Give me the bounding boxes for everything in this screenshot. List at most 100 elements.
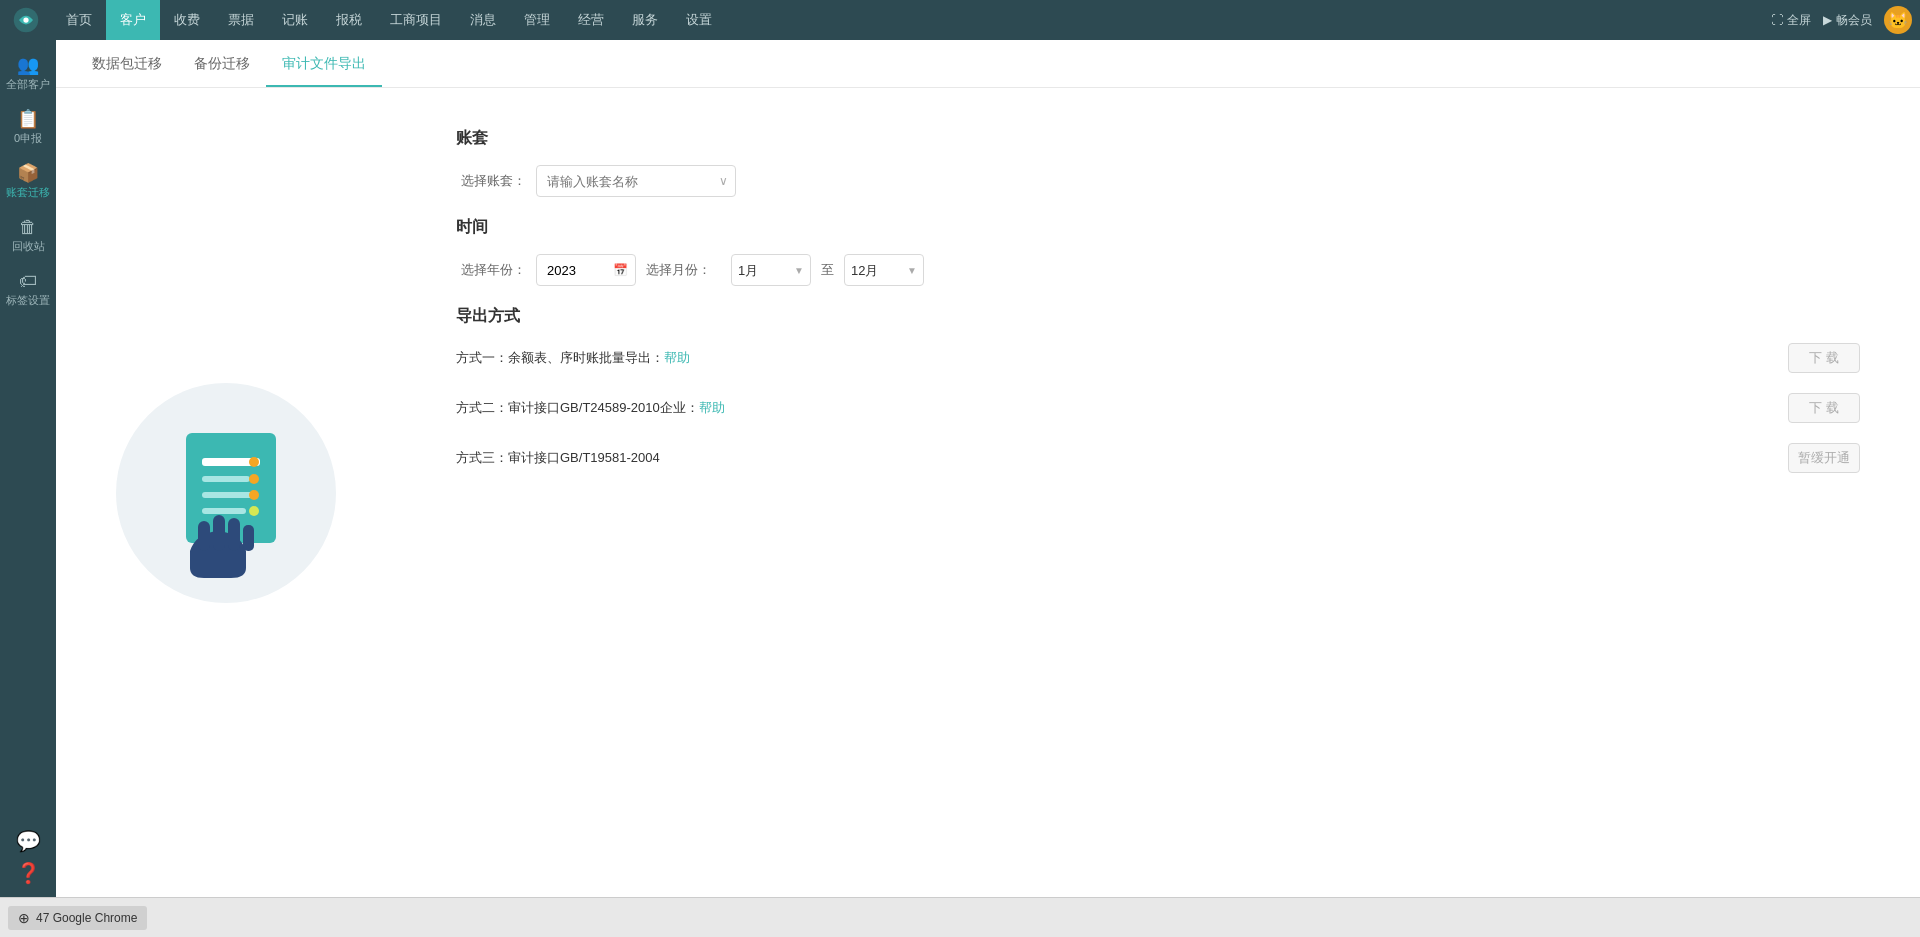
nav-customer[interactable]: 客户 bbox=[106, 0, 160, 40]
end-month-select[interactable]: 1月2月3月4月 5月6月7月8月 9月10月11月12月 bbox=[844, 254, 924, 286]
help-icon[interactable]: ❓ bbox=[16, 861, 41, 885]
main-layout: 👥 全部客户 📋 0申报 📦 账套迁移 🗑 回收站 🏷 标签设置 💬 ❓ 数据包… bbox=[0, 40, 1920, 897]
account-select-wrapper: ∨ bbox=[536, 165, 736, 197]
tab-backup-migration[interactable]: 备份迁移 bbox=[178, 55, 266, 87]
svg-rect-5 bbox=[202, 492, 254, 498]
nav-accounting[interactable]: 记账 bbox=[268, 0, 322, 40]
vip-icon: ▶ bbox=[1823, 13, 1832, 27]
export-method-3-text: 方式三：审计接口GB/T19581-2004 bbox=[456, 449, 1772, 467]
sidebar-item-account-migration[interactable]: 📦 账套迁移 bbox=[2, 156, 54, 208]
account-select-row: 选择账套： ∨ bbox=[456, 165, 1860, 197]
notification-icon[interactable]: 💬 bbox=[16, 829, 41, 853]
fullscreen-label: 全屏 bbox=[1787, 12, 1811, 29]
time-controls: 📅 选择月份： 1月2月3月4月 5月6月7月8月 9月10月11月12月 ▼ … bbox=[536, 254, 924, 286]
year-label: 选择年份： bbox=[456, 261, 526, 279]
sidebar-item-all-customers[interactable]: 👥 全部客户 bbox=[2, 48, 54, 100]
export-method-2: 方式二：审计接口GB/T24589-2010企业：帮助 下 载 bbox=[456, 393, 1860, 423]
vip-button[interactable]: ▶ 畅会员 bbox=[1823, 12, 1872, 29]
top-nav: 首页 客户 收费 票据 记账 报税 工商项目 消息 管理 经营 服务 设置 ⛶ … bbox=[0, 0, 1920, 40]
nav-message[interactable]: 消息 bbox=[456, 0, 510, 40]
nav-business[interactable]: 工商项目 bbox=[376, 0, 456, 40]
svg-rect-4 bbox=[202, 476, 250, 482]
export-method-2-download-button[interactable]: 下 载 bbox=[1788, 393, 1860, 423]
svg-rect-15 bbox=[243, 525, 254, 551]
app-logo bbox=[8, 2, 44, 38]
sidebar-item-zero-declare-label: 0申报 bbox=[14, 131, 42, 146]
sidebar-bottom: 💬 ❓ bbox=[16, 829, 41, 897]
svg-point-8 bbox=[249, 474, 259, 484]
tab-audit-export[interactable]: 审计文件导出 bbox=[266, 55, 382, 87]
taskbar: ⊕ 47 Google Chrome bbox=[0, 897, 1920, 937]
account-select-label: 选择账套： bbox=[456, 172, 526, 190]
nav-items: 首页 客户 收费 票据 记账 报税 工商项目 消息 管理 经营 服务 设置 bbox=[52, 0, 1771, 40]
account-section-title: 账套 bbox=[456, 128, 1860, 149]
sidebar-item-zero-declare[interactable]: 📋 0申报 bbox=[2, 102, 54, 154]
form-section: 账套 选择账套： ∨ 时间 选择年份： 📅 bbox=[396, 88, 1920, 897]
to-label: 至 bbox=[821, 261, 834, 279]
left-sidebar: 👥 全部客户 📋 0申报 📦 账套迁移 🗑 回收站 🏷 标签设置 💬 ❓ bbox=[0, 40, 56, 897]
user-avatar[interactable]: 🐱 bbox=[1884, 6, 1912, 34]
month-label: 选择月份： bbox=[646, 261, 711, 279]
year-input[interactable] bbox=[536, 254, 636, 286]
export-method-1: 方式一：余额表、序时账批量导出：帮助 下 载 bbox=[456, 343, 1860, 373]
year-input-wrap: 📅 bbox=[536, 254, 636, 286]
illustration-section bbox=[56, 88, 396, 897]
nav-service[interactable]: 服务 bbox=[618, 0, 672, 40]
svg-point-1 bbox=[23, 17, 28, 22]
export-method-1-download-button[interactable]: 下 载 bbox=[1788, 343, 1860, 373]
tag-settings-icon: 🏷 bbox=[19, 272, 37, 290]
export-section-title: 导出方式 bbox=[456, 306, 1860, 327]
zero-declare-icon: 📋 bbox=[17, 110, 39, 128]
sidebar-item-recycle[interactable]: 🗑 回收站 bbox=[2, 210, 54, 262]
dropdown-icon: ∨ bbox=[719, 174, 728, 188]
vip-label: 畅会员 bbox=[1836, 12, 1872, 29]
svg-rect-14 bbox=[228, 518, 240, 551]
recycle-icon: 🗑 bbox=[19, 218, 37, 236]
export-method-3: 方式三：审计接口GB/T19581-2004 暂缓开通 bbox=[456, 443, 1860, 473]
svg-rect-6 bbox=[202, 508, 246, 514]
account-migration-icon: 📦 bbox=[17, 164, 39, 182]
export-method-2-help-link[interactable]: 帮助 bbox=[699, 400, 725, 415]
sidebar-item-recycle-label: 回收站 bbox=[12, 239, 45, 254]
chrome-icon: ⊕ bbox=[18, 910, 30, 926]
export-method-3-open-button[interactable]: 暂缓开通 bbox=[1788, 443, 1860, 473]
svg-point-9 bbox=[249, 490, 259, 500]
sidebar-item-account-migration-label: 账套迁移 bbox=[6, 185, 50, 200]
content-area: 数据包迁移 备份迁移 审计文件导出 bbox=[56, 40, 1920, 897]
sidebar-item-tag-settings-label: 标签设置 bbox=[6, 293, 50, 308]
svg-point-7 bbox=[249, 457, 259, 467]
fullscreen-button[interactable]: ⛶ 全屏 bbox=[1771, 12, 1811, 29]
taskbar-chrome-label: 47 Google Chrome bbox=[36, 911, 137, 925]
time-row: 选择年份： 📅 选择月份： 1月2月3月4月 5月6月7月8月 9月10月11月… bbox=[456, 254, 1860, 286]
export-method-2-text: 方式二：审计接口GB/T24589-2010企业：帮助 bbox=[456, 399, 1772, 417]
export-method-1-help-link[interactable]: 帮助 bbox=[664, 350, 690, 365]
account-select-input[interactable] bbox=[536, 165, 736, 197]
start-month-wrap: 1月2月3月4月 5月6月7月8月 9月10月11月12月 ▼ bbox=[731, 254, 811, 286]
export-method-2-label: 方式二：审计接口GB/T24589-2010企业： bbox=[456, 400, 699, 415]
sidebar-item-all-customers-label: 全部客户 bbox=[6, 77, 50, 92]
all-customers-icon: 👥 bbox=[17, 56, 39, 74]
svg-rect-12 bbox=[198, 521, 210, 551]
svg-rect-13 bbox=[213, 515, 225, 551]
tab-data-migration[interactable]: 数据包迁移 bbox=[76, 55, 178, 87]
illustration-circle bbox=[116, 383, 336, 603]
top-nav-right: ⛶ 全屏 ▶ 畅会员 🐱 bbox=[1771, 6, 1912, 34]
page-content: 账套 选择账套： ∨ 时间 选择年份： 📅 bbox=[56, 88, 1920, 897]
export-method-1-label: 方式一：余额表、序时账批量导出： bbox=[456, 350, 664, 365]
svg-point-10 bbox=[249, 506, 259, 516]
tab-bar: 数据包迁移 备份迁移 审计文件导出 bbox=[56, 40, 1920, 88]
sidebar-item-tag-settings[interactable]: 🏷 标签设置 bbox=[2, 264, 54, 316]
export-method-1-text: 方式一：余额表、序时账批量导出：帮助 bbox=[456, 349, 1772, 367]
start-month-select[interactable]: 1月2月3月4月 5月6月7月8月 9月10月11月12月 bbox=[731, 254, 811, 286]
nav-fee[interactable]: 收费 bbox=[160, 0, 214, 40]
nav-tax[interactable]: 报税 bbox=[322, 0, 376, 40]
nav-invoice[interactable]: 票据 bbox=[214, 0, 268, 40]
nav-settings[interactable]: 设置 bbox=[672, 0, 726, 40]
nav-manage[interactable]: 管理 bbox=[510, 0, 564, 40]
taskbar-chrome-item[interactable]: ⊕ 47 Google Chrome bbox=[8, 906, 147, 930]
fullscreen-icon: ⛶ bbox=[1771, 13, 1783, 27]
nav-operation[interactable]: 经营 bbox=[564, 0, 618, 40]
end-month-wrap: 1月2月3月4月 5月6月7月8月 9月10月11月12月 ▼ bbox=[844, 254, 924, 286]
nav-home[interactable]: 首页 bbox=[52, 0, 106, 40]
time-section-title: 时间 bbox=[456, 217, 1860, 238]
